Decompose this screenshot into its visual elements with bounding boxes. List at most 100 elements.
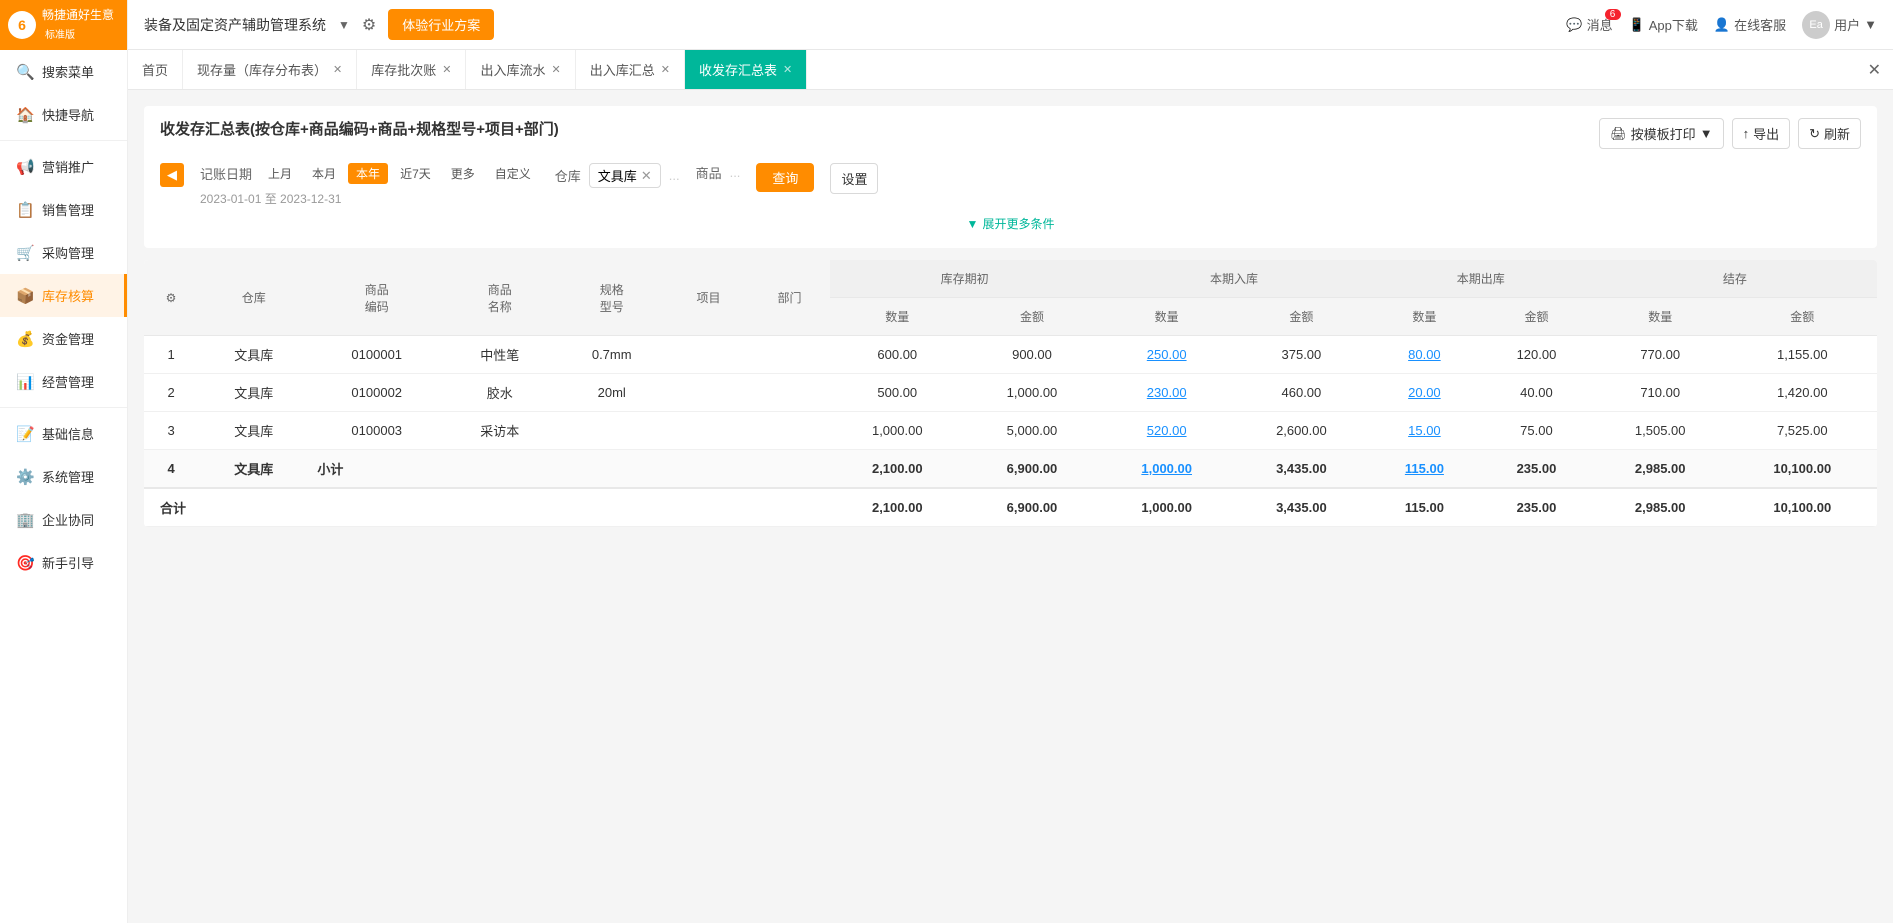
cell-project bbox=[668, 336, 749, 374]
table-row: 2 文具库 0100002 胶水 20ml 500.00 1,000.00 23… bbox=[144, 374, 1877, 412]
sidebar-item-purchase[interactable]: 🛒 采购管理 bbox=[0, 231, 127, 274]
sidebar-item-marketing[interactable]: 📢 营销推广 bbox=[0, 145, 127, 188]
user-dropdown-icon: ▼ bbox=[1864, 17, 1877, 32]
tab-batch-label: 库存批次账 bbox=[371, 60, 436, 79]
cell-dept bbox=[749, 336, 830, 374]
th-in-group: 本期入库 bbox=[1099, 260, 1368, 298]
filter-collapse-btn[interactable]: ◀ bbox=[160, 163, 184, 187]
subtotal-row: 4 文具库 小计 2,100.00 6,900.00 1,000.00 3,43… bbox=[144, 450, 1877, 489]
date-btn-7days[interactable]: 近7天 bbox=[392, 163, 439, 184]
warehouse-tag[interactable]: 文具库 ✕ bbox=[589, 163, 661, 188]
print-button[interactable]: 🖨 按模板打印 ▼ bbox=[1599, 118, 1723, 149]
cell-bal-amt: 1,155.00 bbox=[1728, 336, 1877, 374]
date-btn-this-month[interactable]: 本月 bbox=[304, 163, 344, 184]
subtotal-no: 4 bbox=[144, 450, 198, 489]
search-icon: 🔍 bbox=[16, 63, 34, 81]
sidebar-item-inventory[interactable]: 📦 库存核算 bbox=[0, 274, 127, 317]
th-dept: 部门 bbox=[749, 260, 830, 336]
subtotal-op-qty: 2,100.00 bbox=[830, 450, 965, 489]
cell-in-qty[interactable]: 230.00 bbox=[1099, 374, 1234, 412]
subtotal-out-qty: 115.00 bbox=[1369, 450, 1480, 489]
cell-in-qty[interactable]: 250.00 bbox=[1099, 336, 1234, 374]
system-dropdown-arrow[interactable]: ▼ bbox=[338, 18, 350, 32]
tab-stock-dist-close[interactable]: ✕ bbox=[333, 63, 342, 76]
total-bal-qty: 2,985.00 bbox=[1593, 488, 1728, 527]
divider2 bbox=[0, 407, 127, 408]
date-btn-last-month[interactable]: 上月 bbox=[260, 163, 300, 184]
tab-summary-close[interactable]: ✕ bbox=[661, 63, 670, 76]
date-btn-this-year[interactable]: 本年 bbox=[348, 163, 388, 184]
home-icon: 🏠 bbox=[16, 106, 34, 124]
sidebar-item-label: 快捷导航 bbox=[42, 105, 94, 124]
commodity-more-btn[interactable]: ... bbox=[730, 165, 741, 180]
cell-in-amt: 460.00 bbox=[1234, 374, 1369, 412]
tab-batch-close[interactable]: ✕ bbox=[442, 63, 451, 76]
cell-code: 0100001 bbox=[309, 336, 444, 374]
online-service-btn[interactable]: 👤 在线客服 bbox=[1714, 15, 1786, 34]
sidebar-item-search[interactable]: 🔍 搜索菜单 bbox=[0, 50, 127, 93]
user-menu[interactable]: Ea 用户 ▼ bbox=[1802, 11, 1877, 39]
sidebar-item-enterprise[interactable]: 🏢 企业协同 bbox=[0, 498, 127, 541]
th-op-amt: 金额 bbox=[965, 298, 1100, 336]
th-out-amt: 金额 bbox=[1480, 298, 1593, 336]
messages-btn[interactable]: 💬 消息 6 bbox=[1566, 15, 1612, 34]
total-row: 合计 2,100.00 6,900.00 1,000.00 3,435.00 1… bbox=[144, 488, 1877, 527]
tab-flow[interactable]: 出入库流水 ✕ bbox=[466, 50, 575, 90]
tab-recv-send[interactable]: 收发存汇总表 ✕ bbox=[685, 50, 807, 90]
cell-op-amt: 1,000.00 bbox=[965, 374, 1100, 412]
sidebar-item-sales[interactable]: 📋 销售管理 bbox=[0, 188, 127, 231]
refresh-button[interactable]: ↻ 刷新 bbox=[1798, 118, 1861, 149]
settings-gear-icon[interactable]: ⚙ bbox=[362, 15, 376, 35]
logo-tag: 标准版 bbox=[42, 25, 78, 42]
data-table: ⚙ 仓库 商品编码 商品名称 规格型号 项目 部门 库存期初 本期入库 本期出库… bbox=[144, 260, 1877, 527]
settings-button[interactable]: 设置 bbox=[830, 163, 878, 194]
cell-spec: 20ml bbox=[555, 374, 668, 412]
tab-summary[interactable]: 出入库汇总 ✕ bbox=[576, 50, 685, 90]
cell-out-qty[interactable]: 15.00 bbox=[1369, 412, 1480, 450]
sidebar-item-label: 资金管理 bbox=[42, 329, 94, 348]
cell-out-qty[interactable]: 80.00 bbox=[1369, 336, 1480, 374]
tab-recv-send-close[interactable]: ✕ bbox=[783, 63, 792, 76]
sidebar-item-quicknav[interactable]: 🏠 快捷导航 bbox=[0, 93, 127, 136]
tab-home[interactable]: 首页 bbox=[128, 50, 183, 90]
avatar: Ea bbox=[1802, 11, 1830, 39]
sidebar-item-newguide[interactable]: 🎯 新手引导 bbox=[0, 541, 127, 584]
basicinfo-icon: 📝 bbox=[16, 425, 34, 443]
cell-in-qty[interactable]: 520.00 bbox=[1099, 412, 1234, 450]
expand-conditions-row: ▼ 展开更多条件 bbox=[160, 211, 1861, 232]
cell-warehouse: 文具库 bbox=[198, 412, 309, 450]
subtotal-warehouse: 文具库 bbox=[198, 450, 309, 489]
sidebar-item-operations[interactable]: 📊 经营管理 bbox=[0, 360, 127, 403]
sidebar-item-label: 经营管理 bbox=[42, 372, 94, 391]
expand-conditions-btn[interactable]: ▼ 展开更多条件 bbox=[967, 215, 1055, 232]
sidebar-item-label: 系统管理 bbox=[42, 467, 94, 486]
th-settings[interactable]: ⚙ bbox=[144, 260, 198, 336]
date-btn-custom[interactable]: 自定义 bbox=[487, 163, 539, 184]
content-area: 收发存汇总表(按仓库+商品编码+商品+规格型号+项目+部门) 🖨 按模板打印 ▼… bbox=[128, 90, 1893, 923]
sidebar-item-finance[interactable]: 💰 资金管理 bbox=[0, 317, 127, 360]
warehouse-more-btn[interactable]: ... bbox=[669, 168, 680, 183]
finance-icon: 💰 bbox=[16, 330, 34, 348]
sidebar-item-basicinfo[interactable]: 📝 基础信息 bbox=[0, 412, 127, 455]
enterprise-icon: 🏢 bbox=[16, 511, 34, 529]
user-label: 用户 bbox=[1834, 15, 1860, 34]
tab-flow-close[interactable]: ✕ bbox=[552, 63, 561, 76]
cell-out-qty[interactable]: 20.00 bbox=[1369, 374, 1480, 412]
trial-button[interactable]: 体验行业方案 bbox=[388, 9, 494, 40]
query-button[interactable]: 查询 bbox=[756, 163, 814, 192]
close-all-tabs-btn[interactable]: ✕ bbox=[1856, 60, 1893, 80]
table-footer: 合计 2,100.00 6,900.00 1,000.00 3,435.00 1… bbox=[144, 488, 1877, 527]
tab-stock-dist[interactable]: 现存量（库存分布表） ✕ bbox=[183, 50, 357, 90]
warehouse-tag-close-icon[interactable]: ✕ bbox=[641, 168, 652, 184]
total-label: 合计 bbox=[144, 488, 830, 527]
app-download-btn[interactable]: 📱 App下载 bbox=[1629, 15, 1698, 34]
export-button[interactable]: ↑ 导出 bbox=[1732, 118, 1791, 149]
total-op-amt: 6,900.00 bbox=[965, 488, 1100, 527]
sidebar-item-sysconfig[interactable]: ⚙️ 系统管理 bbox=[0, 455, 127, 498]
tab-batch[interactable]: 库存批次账 ✕ bbox=[357, 50, 466, 90]
filter-expand-toggle[interactable]: ◀ bbox=[160, 163, 184, 187]
commodity-filter: 商品 ... bbox=[696, 163, 741, 182]
topbar-right: 💬 消息 6 📱 App下载 👤 在线客服 Ea 用户 ▼ bbox=[1566, 11, 1877, 39]
date-btn-more[interactable]: 更多 bbox=[443, 163, 483, 184]
main-area: 装备及固定资产辅助管理系统 ▼ ⚙ 体验行业方案 💬 消息 6 📱 App下载 … bbox=[128, 0, 1893, 923]
